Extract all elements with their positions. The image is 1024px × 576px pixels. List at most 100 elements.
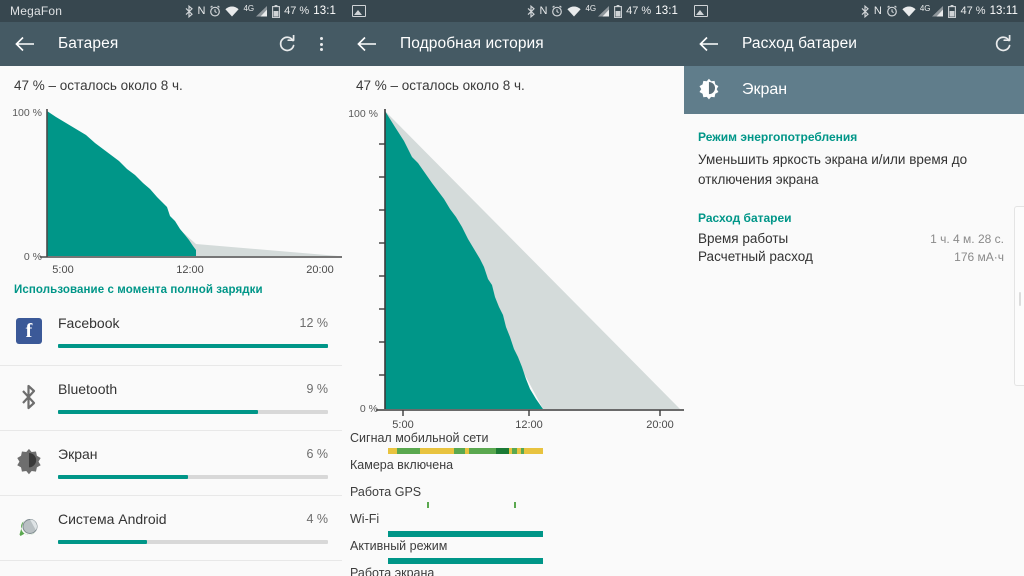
usage-section-title: Использование с момента полной зарядки (14, 284, 263, 296)
brightness-icon (698, 78, 720, 101)
back-arrow-icon[interactable] (698, 33, 720, 55)
timeline-row: Камера включена (342, 448, 684, 485)
timeline-label: Камера включена (350, 458, 454, 472)
detail-key: Расчетный расход (698, 249, 813, 265)
network-type-label: 4G (585, 3, 597, 13)
usage-app-name: Экран (58, 446, 98, 462)
x-tick-2: 20:00 (306, 264, 334, 274)
power-mode-text: Уменьшить яркость экрана и/или время до … (698, 152, 968, 187)
event-timeline: Сигнал мобильной сети Камера включена Ра… (342, 431, 684, 576)
battery-summary: 47 % – осталось около 8 ч. (14, 78, 183, 93)
refresh-icon[interactable] (276, 33, 298, 55)
usage-percent: 4 % (306, 512, 328, 526)
brightness-icon (14, 447, 44, 477)
page-title: Батарея (58, 35, 119, 52)
detailed-battery-chart: 100 % 0 % 5:00 12:00 20:00 (342, 99, 684, 429)
timeline-label: Wi-Fi (350, 512, 380, 526)
list-item[interactable]: f Facebook 12 % (0, 300, 342, 365)
usage-app-name: Facebook (58, 315, 120, 331)
app-bar: Подробная история (342, 22, 684, 66)
detail-value: 1 ч. 4 м. 28 с. (930, 232, 1004, 247)
photo-icon (352, 5, 366, 17)
detail-row: Расчетный расход 176 мА·ч (698, 249, 1004, 264)
app-bar: Расход батареи (684, 22, 1024, 66)
wifi-icon (567, 5, 582, 17)
wifi-icon (902, 5, 916, 17)
detail-key: Время работы (698, 231, 789, 247)
status-bar: N 4G 47 % 13:11 (684, 0, 1024, 22)
screenshot-collage: MegaFon N 4G 47 % 13:1 Батарея 47 % – ос… (0, 0, 1024, 576)
list-item[interactable]: ОС Android 3 % (0, 560, 342, 576)
x-tick-1: 12:00 (176, 264, 204, 274)
status-bar: MegaFon N 4G 47 % 13:1 (0, 0, 342, 22)
usage-progress (58, 475, 328, 479)
mobile-signal-track (388, 448, 543, 454)
usage-percent: 12 % (299, 316, 329, 330)
carrier-label: MegaFon (10, 4, 63, 18)
screen-battery-usage-detail: N 4G 47 % 13:11 Расход батареи Экран Реж… (684, 0, 1024, 576)
list-item[interactable]: Bluetooth 9 % (0, 365, 342, 430)
timeline-label: Сигнал мобильной сети (350, 431, 489, 445)
battery-summary: 47 % – осталось около 8 ч. (356, 78, 525, 93)
signal-icon (256, 5, 268, 17)
usage-progress (58, 410, 328, 414)
clock-label: 13:11 (989, 5, 1018, 17)
photo-icon (694, 5, 708, 17)
y-axis-top-label: 100 % (12, 107, 42, 119)
android-system-icon (14, 512, 44, 542)
y-axis-top-label: 100 % (348, 108, 378, 120)
nfc-icon: N (873, 5, 882, 17)
battery-percent-label: 47 % (284, 5, 310, 17)
usage-progress (58, 540, 328, 544)
list-item[interactable]: Система Android 4 % (0, 495, 342, 560)
back-arrow-icon[interactable] (356, 33, 378, 55)
network-type-label: 4G (919, 3, 931, 13)
alarm-icon (886, 5, 898, 17)
usage-percent: 9 % (306, 382, 328, 396)
bluetooth-icon (185, 4, 194, 18)
battery-percent-label: 47 % (960, 5, 986, 17)
page-title: Расход батареи (742, 35, 858, 52)
y-axis-bottom-label: 0 % (360, 403, 378, 415)
back-arrow-icon[interactable] (14, 33, 36, 55)
timeline-label: Работа GPS (350, 485, 422, 499)
detail-row: Время работы 1 ч. 4 м. 28 с. (698, 231, 1004, 246)
timeline-label: Активный режим (350, 539, 448, 553)
usage-app-name: Bluetooth (58, 381, 118, 397)
bluetooth-icon (14, 382, 44, 412)
detail-value: 176 мА·ч (954, 250, 1004, 265)
bluetooth-icon (861, 4, 870, 18)
power-mode-heading: Режим энергопотребления (698, 130, 858, 144)
battery-percent-label: 47 % (626, 5, 652, 17)
battery-icon (948, 4, 957, 18)
consumption-heading: Расход батареи (698, 211, 792, 226)
nfc-icon: N (539, 5, 548, 17)
x-tick-2: 20:00 (646, 419, 674, 429)
battery-icon (614, 4, 623, 18)
detail-body: Режим энергопотребления Уменьшить яркост… (684, 114, 1024, 576)
battery-level-chart: 100 % 0 % 5:00 12:00 20:00 (0, 99, 342, 274)
clock-label: 13:1 (655, 5, 678, 17)
battery-content: 47 % – осталось около 8 ч. 100 % 0 % 5:0… (0, 66, 342, 576)
usage-app-name: Система Android (58, 511, 167, 527)
bluetooth-icon (527, 4, 536, 18)
overflow-menu-icon[interactable] (310, 33, 332, 55)
clock-label: 13:1 (313, 5, 336, 17)
refresh-icon[interactable] (992, 33, 1014, 55)
timeline-label: Работа экрана (350, 566, 435, 576)
x-tick-1: 12:00 (515, 419, 543, 429)
detail-subheader: Экран (684, 66, 1024, 114)
active-mode-track (388, 558, 543, 564)
page-title: Подробная история (400, 35, 544, 52)
signal-icon (598, 5, 610, 17)
history-content: 47 % – осталось около 8 ч. 100 % 0 % 5:0… (342, 66, 684, 576)
scrollbar[interactable] (1019, 292, 1021, 306)
alarm-icon (209, 5, 221, 17)
battery-icon (272, 4, 281, 18)
network-type-label: 4G (243, 3, 255, 13)
usage-list: f Facebook 12 % Bluetooth 9 % Экран 6 % … (0, 300, 342, 576)
alarm-icon (551, 5, 563, 17)
list-item[interactable]: Экран 6 % (0, 430, 342, 495)
y-axis-bottom-label: 0 % (24, 251, 42, 263)
timeline-row: Работа экрана (342, 558, 684, 576)
